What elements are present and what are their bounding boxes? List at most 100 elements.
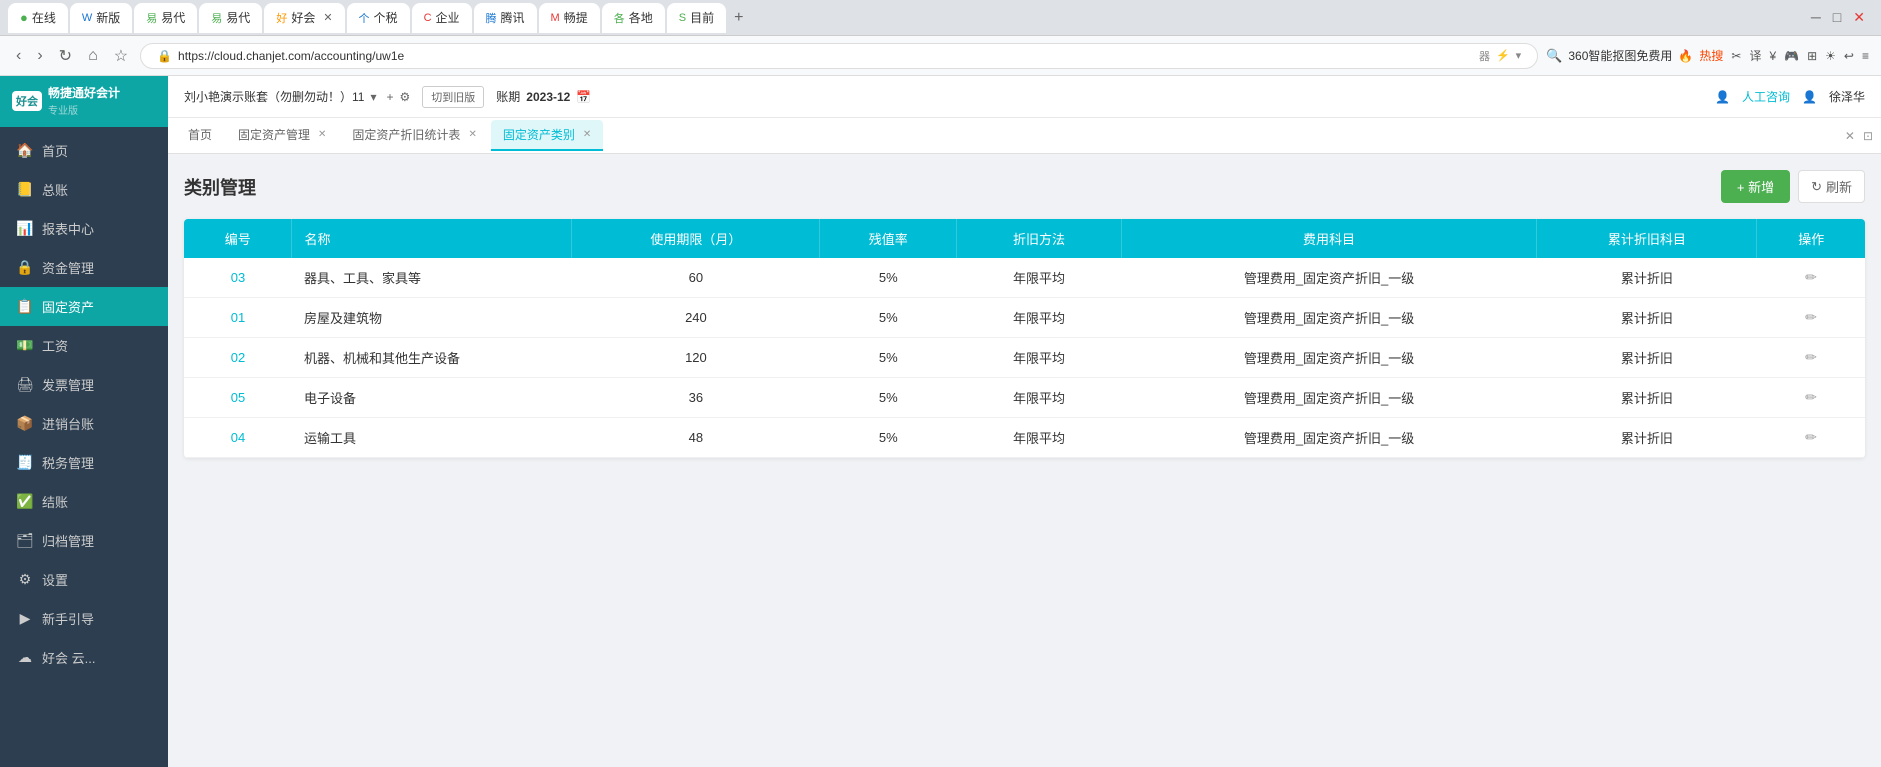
- close-tab-asset-mgmt[interactable]: ✕: [318, 129, 326, 140]
- refresh-button[interactable]: ↻ 刷新: [1798, 170, 1865, 203]
- sidebar-item-settings[interactable]: ⚙ 设置: [0, 560, 168, 599]
- tab-depreciation[interactable]: 固定资产折旧统计表 ✕: [340, 120, 488, 151]
- home-icon: 🏠: [16, 141, 34, 159]
- back-button[interactable]: ‹: [12, 43, 25, 69]
- ledger-icon: 📒: [16, 180, 34, 198]
- browser-tab-yidai1[interactable]: 易 易代: [134, 3, 197, 33]
- cell-expense-3: 管理费用_固定资产折旧_一级: [1121, 378, 1537, 418]
- browser-tab-geshui[interactable]: 个 个税: [347, 3, 410, 33]
- edit-button-4[interactable]: ✏: [1805, 429, 1817, 445]
- dropdown-icon[interactable]: ▾: [370, 90, 376, 104]
- cell-action-0: ✏: [1757, 258, 1865, 298]
- close-tab-haokuai[interactable]: ✕: [323, 11, 332, 24]
- archive-icon: 🗂: [16, 531, 34, 549]
- switch-version-button[interactable]: 切到旧版: [422, 86, 484, 108]
- closing-icon: ✅: [16, 492, 34, 510]
- game-icon[interactable]: 🎮: [1784, 49, 1799, 63]
- data-table: 编号 名称 使用期限（月） 残值率 折旧方法 费用科目 累计折旧科目 操作 03…: [184, 219, 1865, 458]
- wallet-icon[interactable]: ¥: [1769, 49, 1776, 63]
- guide-icon: ▶: [16, 609, 34, 627]
- sidebar-item-tax[interactable]: 🧾 税务管理: [0, 443, 168, 482]
- cell-id-0: 03: [184, 258, 292, 298]
- brightness-icon[interactable]: ☀: [1825, 49, 1836, 63]
- cell-name-0: 器具、工具、家具等: [292, 258, 572, 298]
- menu-icon[interactable]: ≡: [1862, 49, 1869, 63]
- edit-button-0[interactable]: ✏: [1805, 269, 1817, 285]
- cell-id-1: 01: [184, 298, 292, 338]
- sidebar-nav: 🏠 首页 📒 总账 📊 报表中心 🔒 资金管理 📋 固定资产 💵 工资: [0, 127, 168, 767]
- translate-icon[interactable]: 译: [1749, 47, 1761, 64]
- browser-tab-muqian[interactable]: S 目前: [667, 3, 726, 33]
- grid-icon[interactable]: ⊞: [1807, 49, 1817, 63]
- table-row: 05 电子设备 36 5% 年限平均 管理费用_固定资产折旧_一级 累计折旧 ✏: [184, 378, 1865, 418]
- browser-tab-gedi[interactable]: 各 各地: [602, 3, 665, 33]
- url-bar[interactable]: 🔒 https://cloud.chanjet.com/accounting/u…: [140, 43, 1538, 69]
- cell-id-2: 02: [184, 338, 292, 378]
- undo-icon[interactable]: ↩: [1844, 49, 1854, 63]
- sidebar-item-fund[interactable]: 🔒 资金管理: [0, 248, 168, 287]
- edit-button-2[interactable]: ✏: [1805, 349, 1817, 365]
- page-content: 类别管理 + 新增 ↻ 刷新 编号 名称 使用期限（月） 残值率: [168, 154, 1881, 767]
- col-accum: 累计折旧科目: [1537, 219, 1757, 258]
- browser-tab-new[interactable]: W 新版: [70, 3, 132, 33]
- settings-icon-topbar[interactable]: ⚙: [400, 90, 411, 104]
- close-window-icon[interactable]: ✕: [1853, 9, 1865, 26]
- new-tab-button[interactable]: +: [728, 7, 749, 29]
- maximize-pane-icon[interactable]: ⊡: [1863, 129, 1873, 143]
- tab-asset-category[interactable]: 固定资产类别 ✕: [491, 120, 603, 151]
- settings-icon: ⚙: [16, 570, 34, 588]
- home-button[interactable]: ⌂: [84, 43, 102, 69]
- sidebar-item-archive[interactable]: 🗂 归档管理: [0, 521, 168, 560]
- sidebar-item-inventory[interactable]: 📦 进销台账: [0, 404, 168, 443]
- reload-button[interactable]: ↻: [55, 42, 76, 70]
- sidebar-item-salary[interactable]: 💵 工资: [0, 326, 168, 365]
- cell-residual-4: 5%: [820, 418, 957, 458]
- toolbar-icons: ✂ 译 ¥ 🎮 ⊞ ☀ ↩ ≡: [1731, 47, 1869, 64]
- cell-period-4: 48: [572, 418, 820, 458]
- cell-residual-2: 5%: [820, 338, 957, 378]
- cell-accum-1: 累计折旧: [1537, 298, 1757, 338]
- bookmark-button[interactable]: ☆: [110, 42, 132, 70]
- maximize-icon[interactable]: □: [1833, 9, 1841, 26]
- close-tab-depreciation[interactable]: ✕: [468, 129, 476, 140]
- table-row: 02 机器、机械和其他生产设备 120 5% 年限平均 管理费用_固定资产折旧_…: [184, 338, 1865, 378]
- browser-tab-changte[interactable]: M 畅提: [539, 3, 600, 33]
- page-title-bar: 类别管理 + 新增 ↻ 刷新: [184, 170, 1865, 203]
- cell-action-3: ✏: [1757, 378, 1865, 418]
- sidebar-item-cloud[interactable]: ☁ 好会 云...: [0, 638, 168, 677]
- page-title: 类别管理: [184, 174, 256, 200]
- browser-tab-haokuai[interactable]: 好 好会 ✕: [264, 3, 344, 33]
- cell-period-3: 36: [572, 378, 820, 418]
- scissors-icon[interactable]: ✂: [1731, 49, 1741, 63]
- add-account-icon[interactable]: +: [387, 90, 394, 104]
- sidebar-item-home[interactable]: 🏠 首页: [0, 131, 168, 170]
- add-button[interactable]: + 新增: [1721, 170, 1790, 203]
- browser-tab-qiye[interactable]: C 企业: [412, 3, 472, 33]
- browser-tab-tengxun[interactable]: 腾 腾讯: [474, 3, 537, 33]
- sidebar-item-invoice[interactable]: 🖨 发票管理: [0, 365, 168, 404]
- browser-tab-online[interactable]: ● 在线: [8, 3, 68, 33]
- edit-button-1[interactable]: ✏: [1805, 309, 1817, 325]
- top-bar: 刘小艳演示账套（勿删勿动！）11 ▾ + ⚙ 切到旧版 账期 2023-12 📅…: [168, 76, 1881, 118]
- cell-name-4: 运输工具: [292, 418, 572, 458]
- close-tab-asset-category[interactable]: ✕: [583, 129, 591, 140]
- cell-method-0: 年限平均: [957, 258, 1122, 298]
- calendar-icon[interactable]: 📅: [576, 90, 591, 104]
- address-bar: ‹ › ↻ ⌂ ☆ 🔒 https://cloud.chanjet.com/ac…: [0, 36, 1881, 76]
- edit-button-3[interactable]: ✏: [1805, 389, 1817, 405]
- sidebar-item-closing[interactable]: ✅ 结账: [0, 482, 168, 521]
- minimize-pane-icon[interactable]: ✕: [1845, 129, 1855, 143]
- sidebar-item-fixed-assets[interactable]: 📋 固定资产: [0, 287, 168, 326]
- minimize-icon[interactable]: ─: [1811, 9, 1821, 26]
- tab-asset-mgmt[interactable]: 固定资产管理 ✕: [226, 120, 338, 151]
- browser-tab-yidai2[interactable]: 易 易代: [199, 3, 262, 33]
- sidebar-item-ledger[interactable]: 📒 总账: [0, 170, 168, 209]
- cell-accum-2: 累计折旧: [1537, 338, 1757, 378]
- forward-button[interactable]: ›: [33, 43, 46, 69]
- sidebar-item-guide[interactable]: ▶ 新手引导: [0, 599, 168, 638]
- tab-home[interactable]: 首页: [176, 120, 224, 151]
- cell-expense-1: 管理费用_固定资产折旧_一级: [1121, 298, 1537, 338]
- cell-id-3: 05: [184, 378, 292, 418]
- cell-id-4: 04: [184, 418, 292, 458]
- sidebar-item-reports[interactable]: 📊 报表中心: [0, 209, 168, 248]
